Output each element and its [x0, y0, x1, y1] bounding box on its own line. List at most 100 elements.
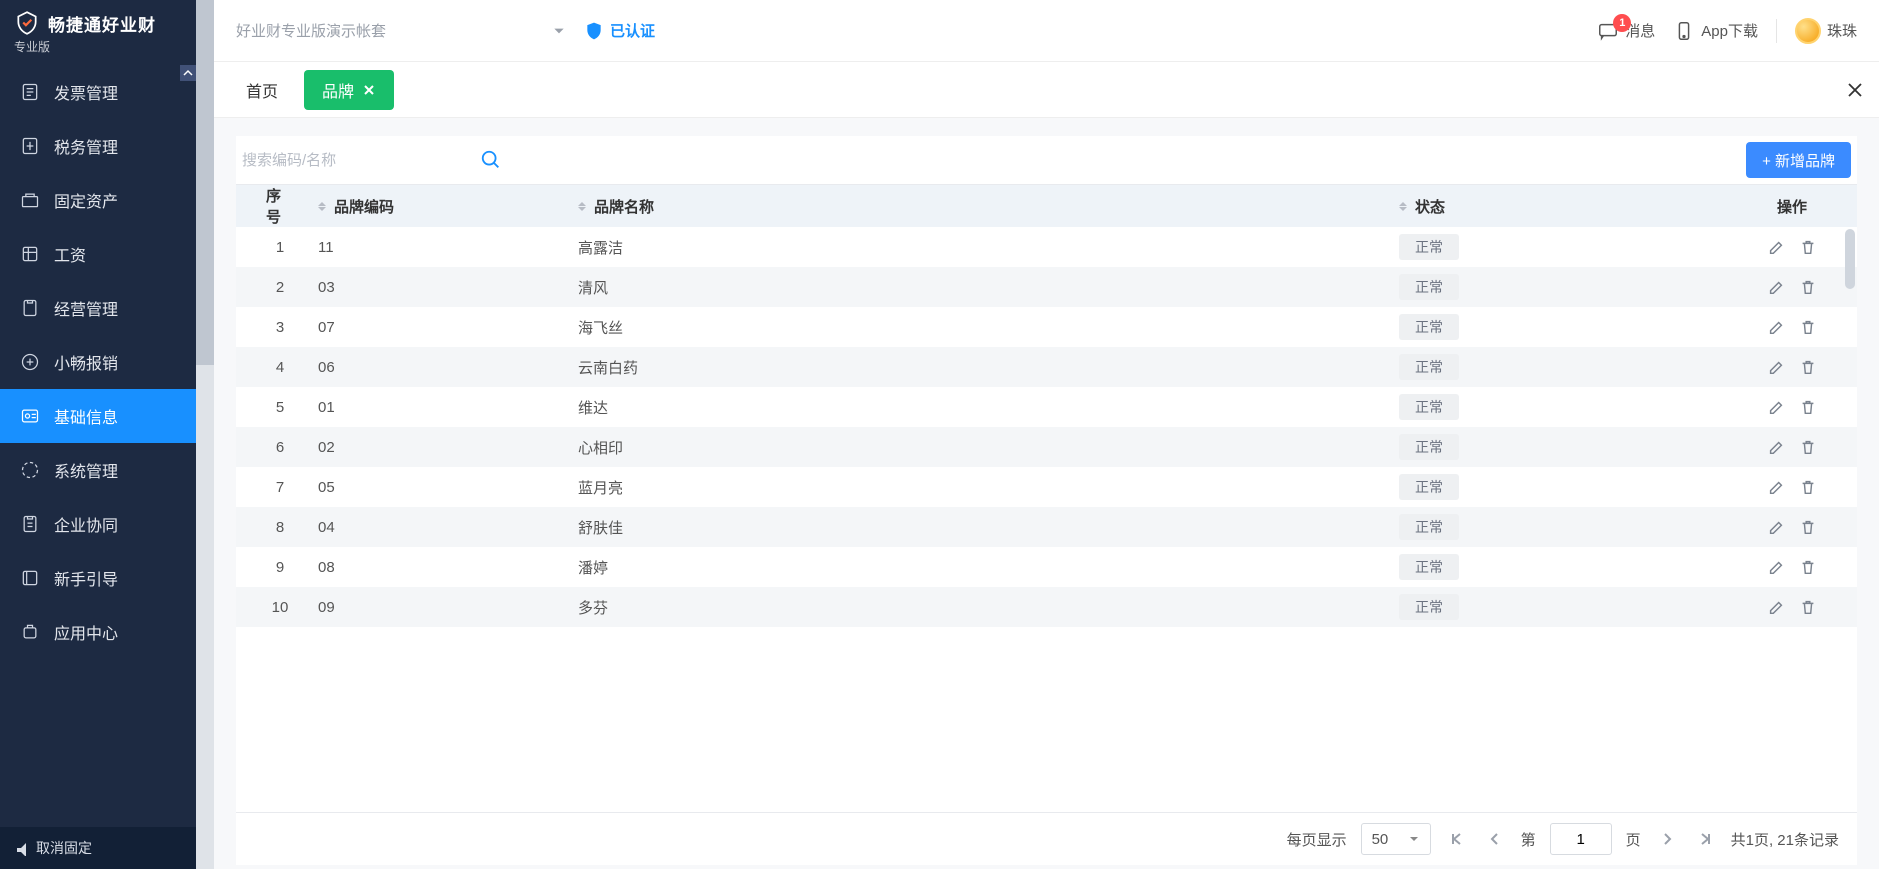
sidebar-scrollbar[interactable] — [196, 0, 214, 869]
table-row[interactable]: 6 02 心相印 正常 — [236, 427, 1857, 467]
edit-icon[interactable] — [1767, 278, 1785, 296]
menu-icon — [20, 136, 40, 156]
cell-code: 08 — [306, 559, 566, 576]
account-select[interactable]: 好业财专业版演示帐套 — [236, 13, 566, 49]
sidebar-item-6[interactable]: 基础信息 — [0, 389, 196, 443]
page-prev[interactable] — [1483, 827, 1507, 851]
brand: 畅捷通好业财 — [0, 0, 196, 38]
th-status[interactable]: 状态 — [1387, 196, 1727, 217]
table-row[interactable]: 2 03 清风 正常 — [236, 267, 1857, 307]
sidebar-item-9[interactable]: 新手引导 — [0, 551, 196, 605]
cell-op — [1727, 278, 1857, 296]
sidebar-item-label: 新手引导 — [54, 566, 118, 590]
table-row[interactable]: 9 08 潘婷 正常 — [236, 547, 1857, 587]
edit-icon[interactable] — [1767, 518, 1785, 536]
table-row[interactable]: 10 09 多芬 正常 — [236, 587, 1857, 627]
table-row[interactable]: 7 05 蓝月亮 正常 — [236, 467, 1857, 507]
page-summary: 共1页, 21条记录 — [1731, 829, 1839, 850]
cell-status: 正常 — [1387, 394, 1727, 420]
cell-name: 蓝月亮 — [566, 477, 1387, 498]
status-badge: 正常 — [1399, 314, 1459, 340]
edit-icon[interactable] — [1767, 478, 1785, 496]
edit-icon[interactable] — [1767, 398, 1785, 416]
cell-status: 正常 — [1387, 434, 1727, 460]
th-code[interactable]: 品牌编码 — [306, 196, 566, 217]
user-menu[interactable]: 珠珠 — [1795, 18, 1857, 44]
tab-brand[interactable]: 品牌 — [304, 70, 394, 110]
messages-button[interactable]: 1 消息 — [1597, 20, 1655, 42]
cell-code: 02 — [306, 439, 566, 456]
sidebar-item-8[interactable]: 企业协同 — [0, 497, 196, 551]
edit-icon[interactable] — [1767, 238, 1785, 256]
sidebar-item-1[interactable]: 税务管理 — [0, 119, 196, 173]
sidebar-item-label: 发票管理 — [54, 80, 118, 104]
delete-icon[interactable] — [1799, 438, 1817, 456]
cell-code: 11 — [306, 239, 566, 256]
sidebar-item-5[interactable]: 小畅报销 — [0, 335, 196, 389]
sidebar-item-2[interactable]: 固定资产 — [0, 173, 196, 227]
delete-icon[interactable] — [1799, 518, 1817, 536]
status-badge: 正常 — [1399, 554, 1459, 580]
edit-icon[interactable] — [1767, 558, 1785, 576]
sidebar-scroll-up[interactable] — [180, 65, 196, 81]
per-page-value: 50 — [1372, 831, 1389, 848]
status-badge: 正常 — [1399, 474, 1459, 500]
table-scrollbar[interactable] — [1845, 229, 1855, 289]
sidebar-item-10[interactable]: 应用中心 — [0, 605, 196, 659]
edit-icon[interactable] — [1767, 358, 1785, 376]
page-first[interactable] — [1445, 827, 1469, 851]
tabs: 首页 品牌 — [214, 62, 1879, 118]
cell-name: 清风 — [566, 277, 1387, 298]
app-download-button[interactable]: App下载 — [1673, 20, 1758, 42]
edit-icon[interactable] — [1767, 438, 1785, 456]
sidebar-item-4[interactable]: 经营管理 — [0, 281, 196, 335]
cell-op — [1727, 478, 1857, 496]
delete-icon[interactable] — [1799, 278, 1817, 296]
sidebar-item-label: 系统管理 — [54, 458, 118, 482]
page-prefix: 第 — [1521, 829, 1536, 850]
sidebar-item-7[interactable]: 系统管理 — [0, 443, 196, 497]
add-brand-button[interactable]: + 新增品牌 — [1746, 142, 1851, 178]
sidebar-unpin[interactable]: 取消固定 — [0, 827, 196, 869]
cell-code: 03 — [306, 279, 566, 296]
page-next[interactable] — [1655, 827, 1679, 851]
table-row[interactable]: 3 07 海飞丝 正常 — [236, 307, 1857, 347]
page-last[interactable] — [1693, 827, 1717, 851]
sidebar-item-label: 应用中心 — [54, 620, 118, 644]
sidebar-item-3[interactable]: 工资 — [0, 227, 196, 281]
cell-status: 正常 — [1387, 314, 1727, 340]
delete-icon[interactable] — [1799, 398, 1817, 416]
edit-icon[interactable] — [1767, 598, 1785, 616]
search-icon[interactable] — [480, 149, 502, 171]
search-input[interactable] — [242, 152, 470, 169]
delete-icon[interactable] — [1799, 598, 1817, 616]
edit-icon[interactable] — [1767, 318, 1785, 336]
per-page-select[interactable]: 50 — [1361, 823, 1431, 855]
sidebar-item-label: 基础信息 — [54, 404, 118, 428]
brand-logo-icon — [14, 10, 40, 36]
delete-icon[interactable] — [1799, 238, 1817, 256]
tab-close-icon[interactable] — [362, 83, 376, 97]
sidebar-item-0[interactable]: 发票管理 — [0, 65, 196, 119]
table-row[interactable]: 8 04 舒肤佳 正常 — [236, 507, 1857, 547]
page-input[interactable] — [1550, 823, 1612, 855]
delete-icon[interactable] — [1799, 558, 1817, 576]
table-row[interactable]: 1 11 高露洁 正常 — [236, 227, 1857, 267]
cell-name: 心相印 — [566, 437, 1387, 458]
cell-op — [1727, 598, 1857, 616]
th-name[interactable]: 品牌名称 — [566, 196, 1387, 217]
delete-icon[interactable] — [1799, 318, 1817, 336]
username: 珠珠 — [1827, 20, 1857, 41]
cell-op — [1727, 398, 1857, 416]
avatar — [1795, 18, 1821, 44]
cell-status: 正常 — [1387, 554, 1727, 580]
delete-icon[interactable] — [1799, 478, 1817, 496]
close-all-tabs[interactable] — [1845, 80, 1865, 100]
table-row[interactable]: 4 06 云南白药 正常 — [236, 347, 1857, 387]
table-row[interactable]: 5 01 维达 正常 — [236, 387, 1857, 427]
th-index[interactable]: 序号 — [236, 185, 306, 227]
sidebar-item-label: 税务管理 — [54, 134, 118, 158]
tab-home[interactable]: 首页 — [228, 70, 296, 110]
status-badge: 正常 — [1399, 434, 1459, 460]
delete-icon[interactable] — [1799, 358, 1817, 376]
